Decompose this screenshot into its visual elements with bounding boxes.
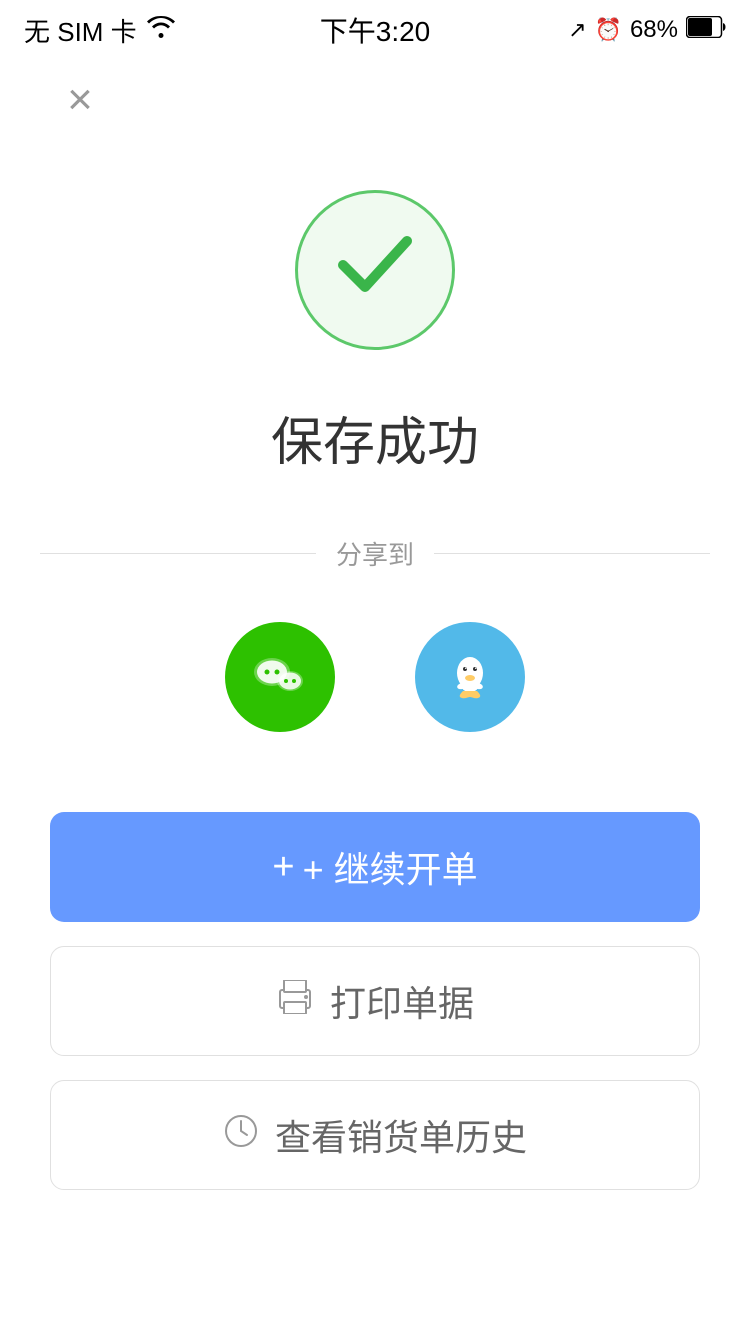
close-icon: ×	[67, 78, 93, 122]
action-buttons: + + 继续开单 打印单据	[40, 812, 710, 1190]
print-icon	[276, 980, 314, 1023]
status-time: 下午3:20	[320, 10, 431, 50]
divider-line-right	[434, 553, 710, 554]
divider-line-left	[40, 553, 316, 554]
battery-percent: 68%	[630, 16, 678, 44]
checkmark-icon	[335, 229, 415, 312]
history-button[interactable]: 查看销货单历史	[50, 1080, 700, 1190]
print-button[interactable]: 打印单据	[50, 946, 700, 1056]
status-bar: 无 SIM 卡 下午3:20 ↗ ⏰ 68%	[0, 0, 750, 60]
status-left: 无 SIM 卡	[24, 12, 175, 49]
wifi-icon	[147, 16, 175, 44]
share-icons-row	[40, 622, 710, 732]
continue-order-button[interactable]: + + 继续开单	[50, 812, 700, 922]
continue-label: + 继续开单	[303, 841, 478, 893]
continue-icon: +	[272, 846, 294, 889]
share-divider: 分享到	[40, 535, 710, 572]
battery-icon	[686, 16, 726, 45]
status-right: ↗ ⏰ 68%	[568, 16, 726, 45]
success-title: 保存成功	[271, 400, 479, 475]
main-content: 保存成功 分享到	[0, 60, 750, 1190]
qq-share-button[interactable]	[415, 622, 525, 732]
location-icon: ↗	[568, 17, 586, 43]
history-icon	[223, 1113, 259, 1158]
wechat-share-button[interactable]	[225, 622, 335, 732]
success-circle	[295, 190, 455, 350]
no-sim-label: 无 SIM 卡	[24, 12, 137, 49]
share-label: 分享到	[336, 535, 414, 572]
print-label: 打印单据	[330, 975, 474, 1027]
alarm-icon: ⏰	[595, 17, 622, 43]
history-label: 查看销货单历史	[275, 1109, 527, 1161]
close-button[interactable]: ×	[50, 70, 110, 130]
success-section: 保存成功 分享到	[40, 190, 710, 1190]
